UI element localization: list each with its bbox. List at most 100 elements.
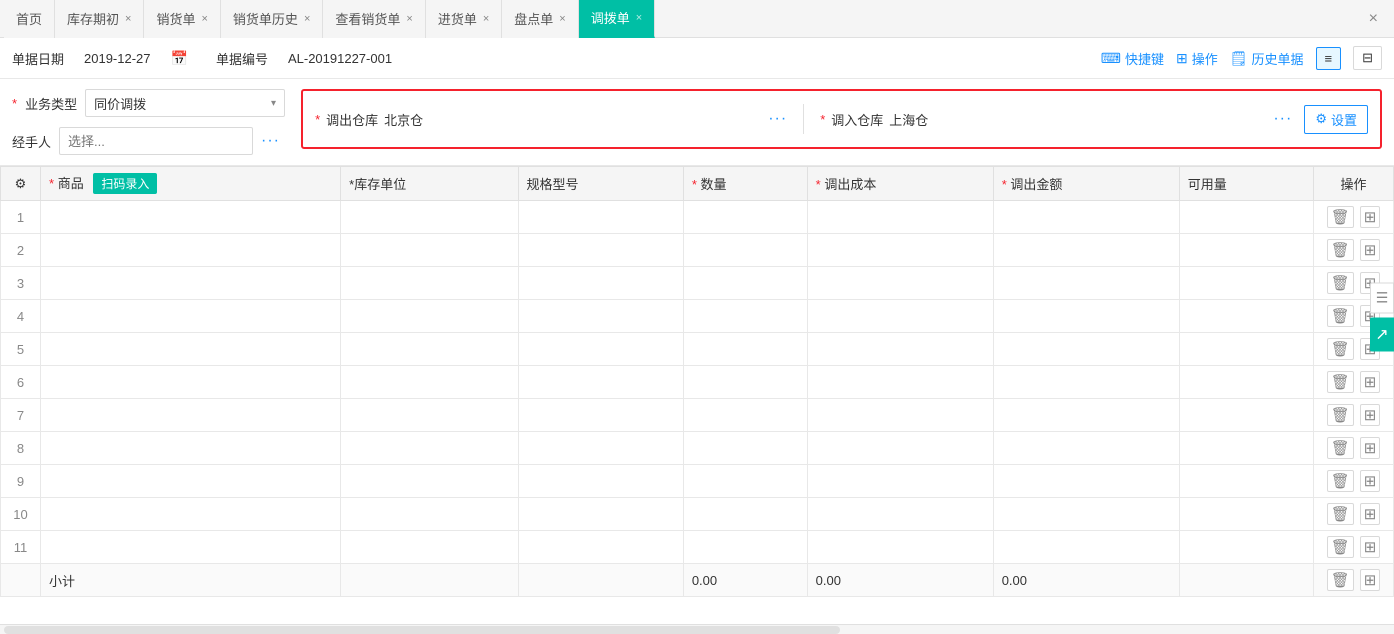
row-3-spec[interactable] xyxy=(518,267,683,300)
warehouse-in-more-btn[interactable]: ··· xyxy=(1273,110,1292,128)
copy-row-2-btn[interactable]: ⊞ xyxy=(1360,239,1381,261)
row-4-product[interactable] xyxy=(41,300,341,333)
row-7-cost[interactable] xyxy=(807,399,993,432)
row-7-product[interactable] xyxy=(41,399,341,432)
tab-transfer[interactable]: 调拨单 × xyxy=(579,0,655,38)
settings-button[interactable]: ⚙ 设置 xyxy=(1304,105,1368,134)
row-5-available[interactable] xyxy=(1179,333,1313,366)
row-1-amount[interactable] xyxy=(993,201,1179,234)
row-8-spec[interactable] xyxy=(518,432,683,465)
row-4-unit[interactable] xyxy=(341,300,518,333)
tab-sales-history[interactable]: 销货单历史 × xyxy=(221,0,323,38)
row-1-spec[interactable] xyxy=(518,201,683,234)
row-11-qty[interactable] xyxy=(683,531,807,564)
row-8-amount[interactable] xyxy=(993,432,1179,465)
subtotal-copy-btn[interactable]: ⊞ xyxy=(1360,569,1381,591)
row-5-product[interactable] xyxy=(41,333,341,366)
row-5-amount[interactable] xyxy=(993,333,1179,366)
tab-view-sales-close[interactable]: × xyxy=(406,13,412,25)
copy-row-9-btn[interactable]: ⊞ xyxy=(1360,470,1381,492)
row-2-spec[interactable] xyxy=(518,234,683,267)
row-3-product[interactable] xyxy=(41,267,341,300)
row-9-unit[interactable] xyxy=(341,465,518,498)
tab-sales-order[interactable]: 销货单 × xyxy=(144,0,220,38)
side-list-btn[interactable]: ☰ xyxy=(1370,283,1394,314)
row-11-unit[interactable] xyxy=(341,531,518,564)
copy-row-7-btn[interactable]: ⊞ xyxy=(1360,404,1381,426)
row-5-spec[interactable] xyxy=(518,333,683,366)
row-4-qty[interactable] xyxy=(683,300,807,333)
tab-purchase-close[interactable]: × xyxy=(483,13,489,25)
row-7-unit[interactable] xyxy=(341,399,518,432)
row-2-available[interactable] xyxy=(1179,234,1313,267)
tab-transfer-close[interactable]: × xyxy=(636,12,642,24)
row-2-cost[interactable] xyxy=(807,234,993,267)
copy-row-8-btn[interactable]: ⊞ xyxy=(1360,437,1381,459)
scan-input-btn[interactable]: 扫码录入 xyxy=(93,173,157,194)
delete-row-10-btn[interactable]: 🗑 xyxy=(1327,503,1354,525)
row-4-amount[interactable] xyxy=(993,300,1179,333)
row-10-amount[interactable] xyxy=(993,498,1179,531)
row-6-available[interactable] xyxy=(1179,366,1313,399)
row-10-spec[interactable] xyxy=(518,498,683,531)
row-2-product[interactable] xyxy=(41,234,341,267)
row-6-product[interactable] xyxy=(41,366,341,399)
th-gear[interactable]: ⚙ xyxy=(1,167,41,201)
delete-row-6-btn[interactable]: 🗑 xyxy=(1327,371,1354,393)
row-3-qty[interactable] xyxy=(683,267,807,300)
row-3-cost[interactable] xyxy=(807,267,993,300)
row-10-available[interactable] xyxy=(1179,498,1313,531)
row-11-spec[interactable] xyxy=(518,531,683,564)
tab-inventory-init[interactable]: 库存期初 × xyxy=(55,0,144,38)
row-9-amount[interactable] xyxy=(993,465,1179,498)
row-8-product[interactable] xyxy=(41,432,341,465)
row-5-cost[interactable] xyxy=(807,333,993,366)
scroll-bottom[interactable] xyxy=(0,624,1394,634)
tab-purchase[interactable]: 进货单 × xyxy=(426,0,502,38)
delete-row-4-btn[interactable]: 🗑 xyxy=(1327,305,1354,327)
row-9-available[interactable] xyxy=(1179,465,1313,498)
tab-inventory-init-close[interactable]: × xyxy=(125,13,131,25)
row-1-product[interactable] xyxy=(41,201,341,234)
row-11-amount[interactable] xyxy=(993,531,1179,564)
row-3-available[interactable] xyxy=(1179,267,1313,300)
row-11-cost[interactable] xyxy=(807,531,993,564)
row-10-product[interactable] xyxy=(41,498,341,531)
row-2-unit[interactable] xyxy=(341,234,518,267)
window-close-button[interactable]: × xyxy=(1357,10,1390,28)
row-2-qty[interactable] xyxy=(683,234,807,267)
delete-row-3-btn[interactable]: 🗑 xyxy=(1327,272,1354,294)
row-8-available[interactable] xyxy=(1179,432,1313,465)
copy-row-11-btn[interactable]: ⊞ xyxy=(1360,536,1381,558)
row-8-cost[interactable] xyxy=(807,432,993,465)
business-type-select[interactable]: 同价调拨 ▾ xyxy=(85,89,285,117)
row-11-product[interactable] xyxy=(41,531,341,564)
tab-home[interactable]: 首页 xyxy=(4,0,55,38)
row-10-unit[interactable] xyxy=(341,498,518,531)
row-1-cost[interactable] xyxy=(807,201,993,234)
row-9-cost[interactable] xyxy=(807,465,993,498)
row-5-unit[interactable] xyxy=(341,333,518,366)
row-4-spec[interactable] xyxy=(518,300,683,333)
copy-row-6-btn[interactable]: ⊞ xyxy=(1360,371,1381,393)
tab-sales-history-close[interactable]: × xyxy=(304,13,310,25)
row-8-unit[interactable] xyxy=(341,432,518,465)
handler-more-btn[interactable]: ··· xyxy=(261,132,280,150)
row-9-spec[interactable] xyxy=(518,465,683,498)
row-9-qty[interactable] xyxy=(683,465,807,498)
row-6-qty[interactable] xyxy=(683,366,807,399)
tab-sales-order-close[interactable]: × xyxy=(201,13,207,25)
row-1-available[interactable] xyxy=(1179,201,1313,234)
tab-view-sales[interactable]: 查看销货单 × xyxy=(323,0,425,38)
row-2-amount[interactable] xyxy=(993,234,1179,267)
tab-inventory-check[interactable]: 盘点单 × xyxy=(502,0,578,38)
operations-btn[interactable]: ⊞ 操作 xyxy=(1176,49,1218,68)
row-3-unit[interactable] xyxy=(341,267,518,300)
warehouse-out-more-btn[interactable]: ··· xyxy=(768,110,787,128)
side-export-btn[interactable]: ↗ xyxy=(1370,318,1394,352)
row-5-qty[interactable] xyxy=(683,333,807,366)
history-btn[interactable]: 🗒 历史单据 xyxy=(1230,49,1304,68)
row-6-amount[interactable] xyxy=(993,366,1179,399)
row-7-spec[interactable] xyxy=(518,399,683,432)
row-6-cost[interactable] xyxy=(807,366,993,399)
